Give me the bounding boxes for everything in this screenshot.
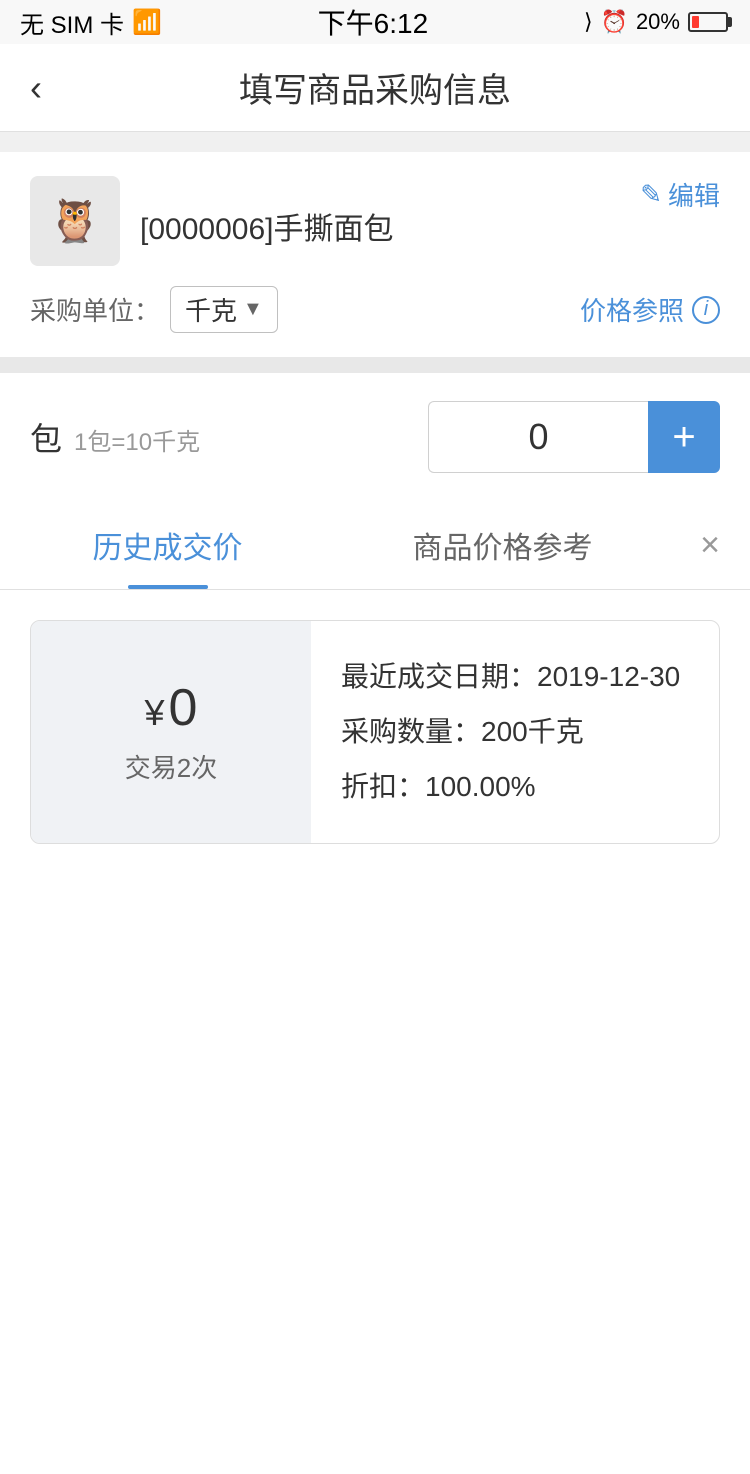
product-left: 🦉 [0000006]手撕面包 — [30, 176, 393, 266]
quantity-row: 包 1包=10千克 0 + — [0, 373, 750, 501]
tab-historical-price[interactable]: 历史成交价 — [0, 501, 335, 589]
bottom-panel: 历史成交价 商品价格参考 × ¥0 交易2次 最近成交日期：2019-12-30… — [0, 501, 750, 1474]
product-header: 🦉 [0000006]手撕面包 ✎ 编辑 — [30, 176, 720, 266]
yen-symbol: ¥ — [145, 692, 165, 733]
tab-close-button[interactable]: × — [670, 501, 750, 589]
section-divider — [0, 357, 750, 373]
battery-percent: 20% — [636, 9, 680, 35]
quantity-input-area: 0 + — [428, 401, 720, 473]
price-ref-label: 价格参照 — [580, 291, 684, 328]
edit-label: 编辑 — [668, 176, 720, 213]
tabs-row: 历史成交价 商品价格参考 × — [0, 501, 750, 590]
quantity-input[interactable]: 0 — [428, 401, 648, 473]
content-body — [0, 874, 750, 1474]
recent-date-value: 2019-12-30 — [537, 661, 680, 692]
recent-date-row: 最近成交日期：2019-12-30 — [341, 657, 689, 696]
quantity-unit-hint: 1包=10千克 — [74, 422, 200, 457]
unit-value: 千克 — [185, 291, 237, 328]
discount-value: 100.00% — [425, 771, 536, 802]
price-card: ¥0 交易2次 最近成交日期：2019-12-30 采购数量：200千克 折扣：… — [30, 620, 720, 844]
purchase-qty-row: 采购数量：200千克 — [341, 712, 689, 751]
page-title: 填写商品采购信息 — [239, 63, 511, 112]
product-image-placeholder: 🦉 — [49, 197, 101, 246]
quantity-unit-name: 包 — [30, 414, 62, 460]
status-left: 无 SIM 卡 📶 — [20, 5, 162, 40]
status-right: ⟩ ⏰ 20% — [584, 9, 730, 35]
status-bar: 无 SIM 卡 📶 下午6:12 ⟩ ⏰ 20% — [0, 0, 750, 44]
discount-row: 折扣：100.00% — [341, 767, 689, 806]
trade-count: 交易2次 — [125, 748, 217, 785]
price-card-right: 最近成交日期：2019-12-30 采购数量：200千克 折扣：100.00% — [311, 621, 719, 843]
tab-underline — [128, 585, 208, 589]
quantity-plus-button[interactable]: + — [648, 401, 720, 473]
back-button[interactable]: ‹ — [30, 67, 42, 109]
carrier-text: 无 SIM 卡 — [20, 5, 124, 40]
wifi-icon: 📶 — [132, 8, 162, 37]
dropdown-arrow-icon: ▼ — [243, 298, 263, 321]
purchase-qty-value: 200千克 — [481, 716, 584, 747]
price-value: 0 — [169, 679, 198, 737]
price-card-left: ¥0 交易2次 — [31, 621, 311, 843]
product-thumbnail: 🦉 — [30, 176, 120, 266]
discount-label: 折扣： — [341, 771, 425, 802]
product-unit-row: 采购单位： 千克 ▼ 价格参照 i — [30, 286, 720, 333]
quantity-label-area: 包 1包=10千克 — [30, 414, 200, 460]
tab-product-price-label: 商品价格参考 — [413, 523, 593, 567]
price-reference-button[interactable]: 价格参照 i — [580, 291, 720, 328]
price-amount: ¥0 — [145, 678, 198, 738]
unit-select[interactable]: 千克 ▼ — [170, 286, 278, 333]
edit-icon: ✎ — [640, 179, 662, 210]
tab-product-price-reference[interactable]: 商品价格参考 — [335, 501, 670, 589]
alarm-icon: ⏰ — [601, 9, 628, 35]
product-card: 🦉 [0000006]手撕面包 ✎ 编辑 采购单位： 千克 ▼ 价格参照 i — [0, 152, 750, 357]
tab-historical-price-label: 历史成交价 — [93, 523, 243, 567]
unit-label: 采购单位： — [30, 291, 160, 328]
recent-date-label: 最近成交日期： — [341, 661, 537, 692]
status-time: 下午6:12 — [318, 2, 429, 42]
purchase-qty-label: 采购数量： — [341, 716, 481, 747]
help-icon: i — [692, 296, 720, 324]
product-name: [0000006]手撕面包 — [140, 194, 393, 248]
edit-button[interactable]: ✎ 编辑 — [640, 176, 720, 213]
nav-bar: ‹ 填写商品采购信息 — [0, 44, 750, 132]
battery-icon — [688, 12, 730, 32]
location-icon: ⟩ — [584, 9, 593, 35]
